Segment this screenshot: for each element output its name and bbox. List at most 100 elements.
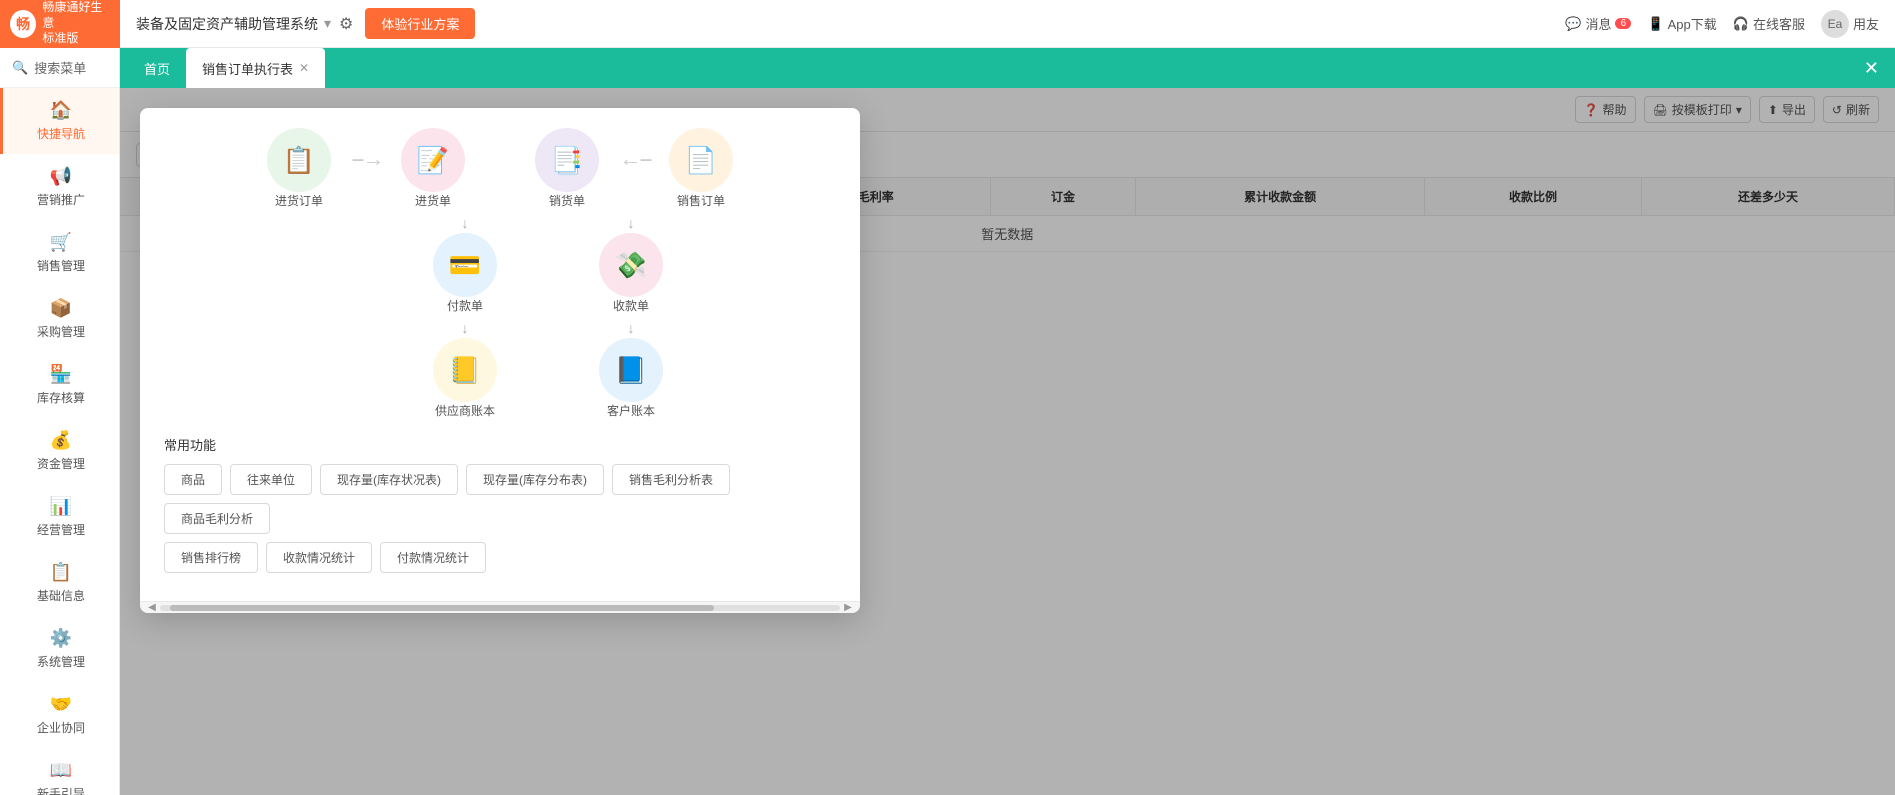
sidebar: 🔍 搜索菜单 🏠 快捷导航 📢 营销推广 🛒 销售管理 📦 采购管理 🏪 库存核… (0, 48, 120, 795)
logo-text: 畅康通好生意 标准版 (42, 0, 110, 47)
down-payment: ↓ 📒 供应商账本 (417, 318, 513, 419)
modal-overlay: 📋 进货订单 - - → 📝 进货 (120, 88, 1895, 795)
home-icon: 🏠 (50, 100, 72, 121)
sidebar-item-system[interactable]: ⚙️ 系统管理 (0, 616, 119, 682)
func-btn-stock-status[interactable]: 现存量(库存状况表) (320, 464, 458, 495)
message-item[interactable]: 💬 消息 6 (1565, 14, 1631, 33)
func-btn-payment-stat[interactable]: 付款情况统计 (380, 542, 486, 573)
sidebar-item-purchase[interactable]: 📦 采购管理 (0, 286, 119, 352)
flow-node-purchase-bill[interactable]: 📝 进货单 (401, 128, 465, 209)
tab-home[interactable]: 首页 (128, 48, 186, 88)
scrollbar-right-arrow[interactable]: ▶ (840, 602, 856, 614)
sidebar-item-label: 资金管理 (37, 455, 85, 472)
basic-info-icon: 📋 (50, 562, 72, 583)
sidebar-item-quick-nav[interactable]: 🏠 快捷导航 (0, 88, 119, 154)
message-badge: 6 (1615, 18, 1631, 29)
page-area: ❓ 帮助 🖨 按模板打印 ▾ ⬆ 导出 ↺ 刷新 (120, 88, 1895, 795)
func-btn-sales-rank[interactable]: 销售排行榜 (164, 542, 258, 573)
search-icon: 🔍 (12, 60, 28, 76)
func-btn-product[interactable]: 商品 (164, 464, 222, 495)
sidebar-item-sales[interactable]: 🛒 销售管理 (0, 220, 119, 286)
down-arrow-receipt: ↓ (628, 318, 635, 338)
payment-circle: 💳 (433, 233, 497, 297)
settings-icon[interactable]: ⚙ (339, 14, 353, 34)
supplier-account-circle: 📒 (433, 338, 497, 402)
func-btn-receipt-stat[interactable]: 收款情况统计 (266, 542, 372, 573)
purchase-order-label: 进货订单 (275, 192, 323, 209)
user-area[interactable]: Ea 用友 (1821, 10, 1879, 38)
func-btn-sales-margin[interactable]: 销售毛利分析表 (612, 464, 730, 495)
enterprise-icon: 🤝 (50, 694, 72, 715)
flow-node-sale-bill[interactable]: 📑 销货单 (535, 128, 599, 209)
sale-order-circle: 📄 (669, 128, 733, 192)
search-menu[interactable]: 🔍 搜索菜单 (0, 48, 119, 88)
payment-label: 付款单 (447, 297, 483, 314)
modal-scrollbar: ◀ ▶ (140, 601, 860, 613)
online-service-item[interactable]: 🎧 在线客服 (1733, 14, 1805, 33)
down-sale-bill: ↓ 💸 收款单 (583, 213, 679, 314)
func-btn-product-margin[interactable]: 商品毛利分析 (164, 503, 270, 534)
flow-node-sale-order[interactable]: 📄 销售订单 (669, 128, 733, 209)
logo-area: 畅 畅康通好生意 标准版 (0, 0, 120, 48)
purchase-order-circle: 📋 (267, 128, 331, 192)
func-btn-stock-dist[interactable]: 现存量(库存分布表) (466, 464, 604, 495)
customer-account-circle: 📘 (599, 338, 663, 402)
sidebar-item-enterprise[interactable]: 🤝 企业协同 (0, 682, 119, 748)
tab-sales-order[interactable]: 销售订单执行表 ✕ (186, 48, 325, 88)
scrollbar-track (160, 605, 840, 611)
headset-icon: 🎧 (1733, 16, 1749, 32)
top-header: 畅 畅康通好生意 标准版 装备及固定资产辅助管理系统 ▾ ⚙ 体验行业方案 💬 … (0, 0, 1895, 48)
sale-order-label: 销售订单 (677, 192, 725, 209)
dropdown-icon[interactable]: ▾ (324, 15, 331, 32)
tab-bar-close-all[interactable]: ✕ (1856, 58, 1887, 79)
purchase-icon: 📦 (50, 298, 72, 319)
down-arrow-sale: ↓ (628, 213, 635, 233)
sidebar-item-guide[interactable]: 📖 新手引导 (0, 748, 119, 795)
flow-node-purchase-order[interactable]: 📋 进货订单 (267, 128, 331, 209)
common-functions-title: 常用功能 (164, 435, 836, 454)
operations-icon: 📊 (50, 496, 72, 517)
modal-box: 📋 进货订单 - - → 📝 进货 (140, 108, 860, 613)
system-title: 装备及固定资产辅助管理系统 ▾ (136, 14, 331, 34)
sidebar-item-label: 企业协同 (37, 719, 85, 736)
sidebar-item-marketing[interactable]: 📢 营销推广 (0, 154, 119, 220)
app-download-icon: 📱 (1647, 16, 1663, 32)
down-arrow-payment: ↓ (462, 318, 469, 338)
sidebar-item-basic-info[interactable]: 📋 基础信息 (0, 550, 119, 616)
sidebar-item-inventory[interactable]: 🏪 库存核算 (0, 352, 119, 418)
supplier-account-label: 供应商账本 (435, 402, 495, 419)
sidebar-item-label: 经营管理 (37, 521, 85, 538)
tab-close-icon[interactable]: ✕ (299, 61, 309, 75)
main-content: 首页 销售订单执行表 ✕ ✕ ❓ 帮助 🖨 按模板打印 ▾ ⬆ (120, 48, 1895, 795)
receipt-circle: 💸 (599, 233, 663, 297)
sidebar-item-label: 快捷导航 (37, 125, 85, 142)
guide-icon: 📖 (50, 760, 72, 781)
sales-icon: 🛒 (50, 232, 72, 253)
sale-bill-circle: 📑 (535, 128, 599, 192)
inventory-icon: 🏪 (50, 364, 72, 385)
logo-icon: 畅 (10, 10, 36, 38)
customer-account-label: 客户账本 (607, 402, 655, 419)
scrollbar-left-arrow[interactable]: ◀ (144, 602, 160, 614)
system-icon: ⚙️ (50, 628, 72, 649)
arrow-purchase-to-bill: - - → (331, 146, 401, 192)
common-functions: 常用功能 商品 往来单位 现存量(库存状况表) 现存量(库存分布表) 销售毛利分… (164, 435, 836, 573)
modal-content: 📋 进货订单 - - → 📝 进货 (140, 108, 860, 601)
down-arrow-purchase: ↓ (462, 213, 469, 233)
app-download-item[interactable]: 📱 App下载 (1647, 14, 1716, 33)
message-icon: 💬 (1565, 16, 1581, 32)
trial-button[interactable]: 体验行业方案 (365, 8, 475, 39)
avatar: Ea (1821, 10, 1849, 38)
sidebar-item-label: 营销推广 (37, 191, 85, 208)
header-right: 💬 消息 6 📱 App下载 🎧 在线客服 Ea 用友 (1565, 10, 1879, 38)
purchase-bill-circle: 📝 (401, 128, 465, 192)
sidebar-item-finance[interactable]: 💰 资金管理 (0, 418, 119, 484)
scrollbar-thumb (170, 605, 714, 611)
sidebar-item-label: 系统管理 (37, 653, 85, 670)
sidebar-item-label: 库存核算 (37, 389, 85, 406)
sale-bill-label: 销货单 (549, 192, 585, 209)
tab-bar: 首页 销售订单执行表 ✕ ✕ (120, 48, 1895, 88)
sidebar-item-operations[interactable]: 📊 经营管理 (0, 484, 119, 550)
marketing-icon: 📢 (50, 166, 72, 187)
func-btn-partner[interactable]: 往来单位 (230, 464, 312, 495)
